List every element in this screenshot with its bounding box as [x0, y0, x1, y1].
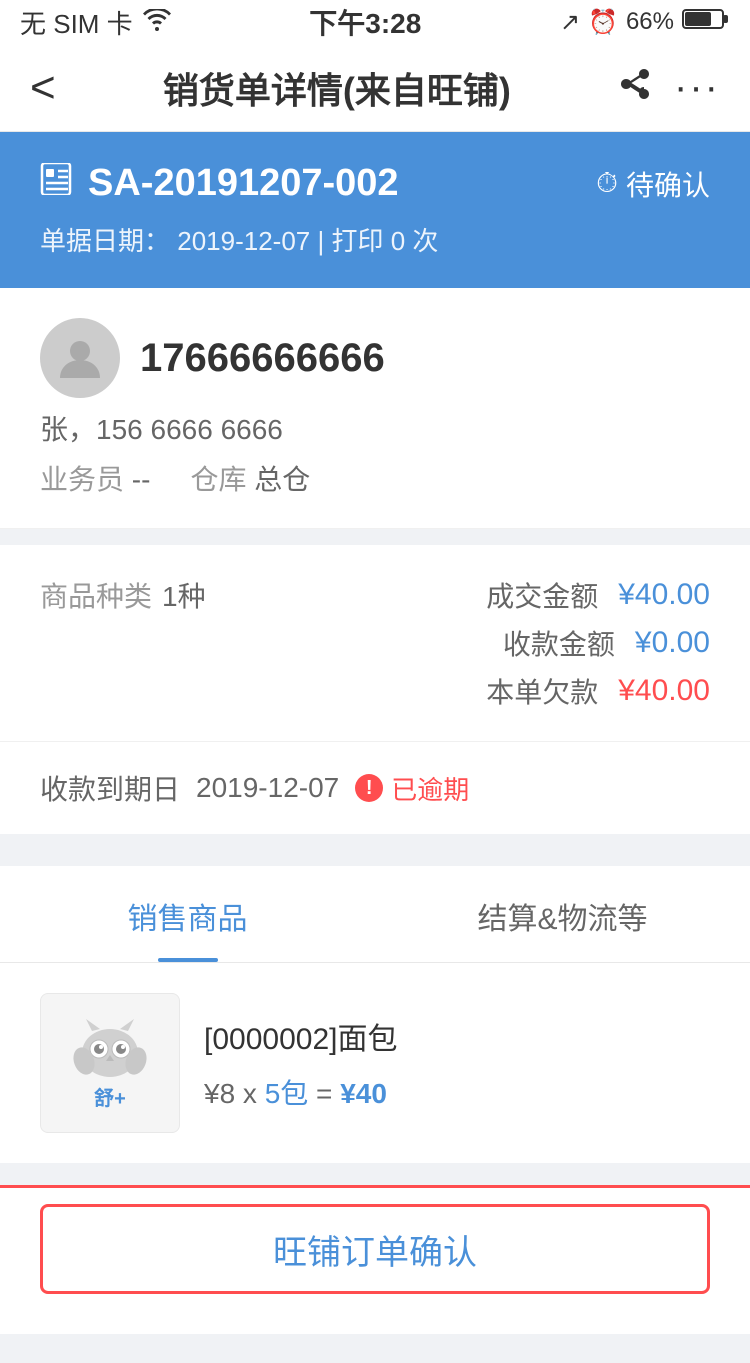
owed-amount: 本单欠款 ¥40.00 [486, 671, 710, 711]
overdue-badge: ! 已逾期 [355, 770, 469, 807]
product-item: 舒+ [0000002]面包 ¥8 x 5包 = ¥40 [40, 993, 710, 1133]
battery-icon [682, 7, 730, 38]
owed-value: ¥40.00 [618, 674, 710, 708]
confirm-order-button[interactable]: 旺铺订单确认 [40, 1204, 710, 1294]
divider-2 [0, 834, 750, 850]
order-date-row: 单据日期： 2019-12-07 | 打印 0 次 [40, 221, 710, 258]
sales-label: 业务员 [40, 464, 124, 495]
due-date-value: 2019-12-07 [196, 772, 339, 804]
product-image: 舒+ [40, 993, 180, 1133]
order-icon [40, 162, 76, 205]
product-price: ¥8 x 5包 = ¥40 [204, 1072, 710, 1112]
product-logo: 舒+ [70, 1015, 150, 1111]
customer-meta: 业务员 -- 仓库 总仓 [40, 458, 710, 498]
order-header: SA-20191207-002 ⏱ 待确认 单据日期： 2019-12-07 |… [0, 132, 750, 288]
product-type-label: 商品种类 [40, 575, 152, 615]
transaction-label: 成交金额 [486, 575, 598, 615]
tabs-header: 销售商品 结算&物流等 [0, 866, 750, 963]
nav-bar: < 销货单详情(来自旺铺) ··· [0, 44, 750, 132]
order-id: SA-20191207-002 [40, 162, 399, 205]
order-date-value: 2019-12-07 [177, 226, 310, 256]
warehouse-value: 总仓 [254, 464, 310, 495]
order-id-text: SA-20191207-002 [88, 162, 399, 205]
product-name: [0000002]面包 [204, 1014, 710, 1058]
nav-title: 销货单详情(来自旺铺) [163, 62, 511, 114]
product-total: ¥40 [340, 1078, 387, 1109]
share-button[interactable] [618, 65, 654, 110]
status-bar: 无 SIM 卡 下午3:28 ↗ ⏰ 66% [0, 0, 750, 44]
due-date-section: 收款到期日 2019-12-07 ! 已逾期 [0, 741, 750, 834]
location-icon: ↗ [560, 8, 580, 37]
status-right: ↗ ⏰ 66% [560, 7, 730, 38]
status-clock-icon: ⏱ [596, 167, 618, 200]
customer-phone: 17666666666 [140, 336, 385, 381]
bottom-bar: 旺铺订单确认 [0, 1185, 750, 1334]
customer-name-detail: 张，156 6666 6666 [40, 408, 710, 448]
product-info: [0000002]面包 ¥8 x 5包 = ¥40 [204, 1014, 710, 1112]
divider-1 [0, 529, 750, 545]
print-label: | 打印 [317, 226, 383, 256]
transaction-amount: 成交金额 ¥40.00 [486, 575, 710, 615]
alarm-icon: ⏰ [588, 8, 618, 37]
equals-sign: = [308, 1078, 340, 1109]
status-time: 下午3:28 [309, 2, 421, 42]
carrier-text: 无 SIM 卡 [20, 4, 133, 41]
overdue-text: 已逾期 [391, 770, 469, 807]
overdue-icon: ! [355, 774, 383, 802]
order-status-text: 待确认 [626, 164, 710, 204]
more-button[interactable]: ··· [674, 65, 720, 110]
received-label: 收款金额 [503, 623, 615, 663]
nav-left: < [30, 63, 56, 113]
date-label: 单据日期： [40, 226, 170, 256]
tabs-section: 销售商品 结算&物流等 [0, 866, 750, 1163]
customer-section: 17666666666 张，156 6666 6666 业务员 -- 仓库 总仓 [0, 288, 750, 529]
wifi-icon [143, 7, 171, 38]
print-suffix: 次 [412, 226, 438, 256]
product-qty: 5包 [265, 1078, 309, 1109]
transaction-value: ¥40.00 [618, 578, 710, 612]
battery-text: 66% [626, 8, 674, 36]
owed-label: 本单欠款 [486, 671, 598, 711]
product-type: 商品种类 1种 [40, 575, 206, 615]
print-count: 0 [391, 226, 405, 256]
financial-summary: 成交金额 ¥40.00 收款金额 ¥0.00 本单欠款 ¥40.00 [486, 575, 710, 711]
nav-right: ··· [618, 65, 720, 110]
back-button[interactable]: < [30, 63, 56, 113]
tab-settlement[interactable]: 结算&物流等 [375, 866, 750, 962]
price-prefix: ¥8 x [204, 1078, 265, 1109]
product-type-value: 1种 [162, 575, 206, 615]
tab-products[interactable]: 销售商品 [0, 866, 375, 962]
received-value: ¥0.00 [635, 626, 710, 660]
order-status: ⏱ 待确认 [596, 164, 710, 204]
customer-avatar [40, 318, 120, 398]
due-date-label: 收款到期日 [40, 768, 180, 808]
received-amount: 收款金额 ¥0.00 [503, 623, 710, 663]
warehouse-label: 仓库 [190, 464, 246, 495]
summary-section: 商品种类 1种 成交金额 ¥40.00 收款金额 ¥0.00 本单欠款 ¥40.… [0, 545, 750, 741]
product-section: 舒+ [0000002]面包 ¥8 x 5包 = ¥40 [0, 963, 750, 1163]
sales-value: -- [132, 464, 151, 495]
status-left: 无 SIM 卡 [20, 4, 171, 41]
